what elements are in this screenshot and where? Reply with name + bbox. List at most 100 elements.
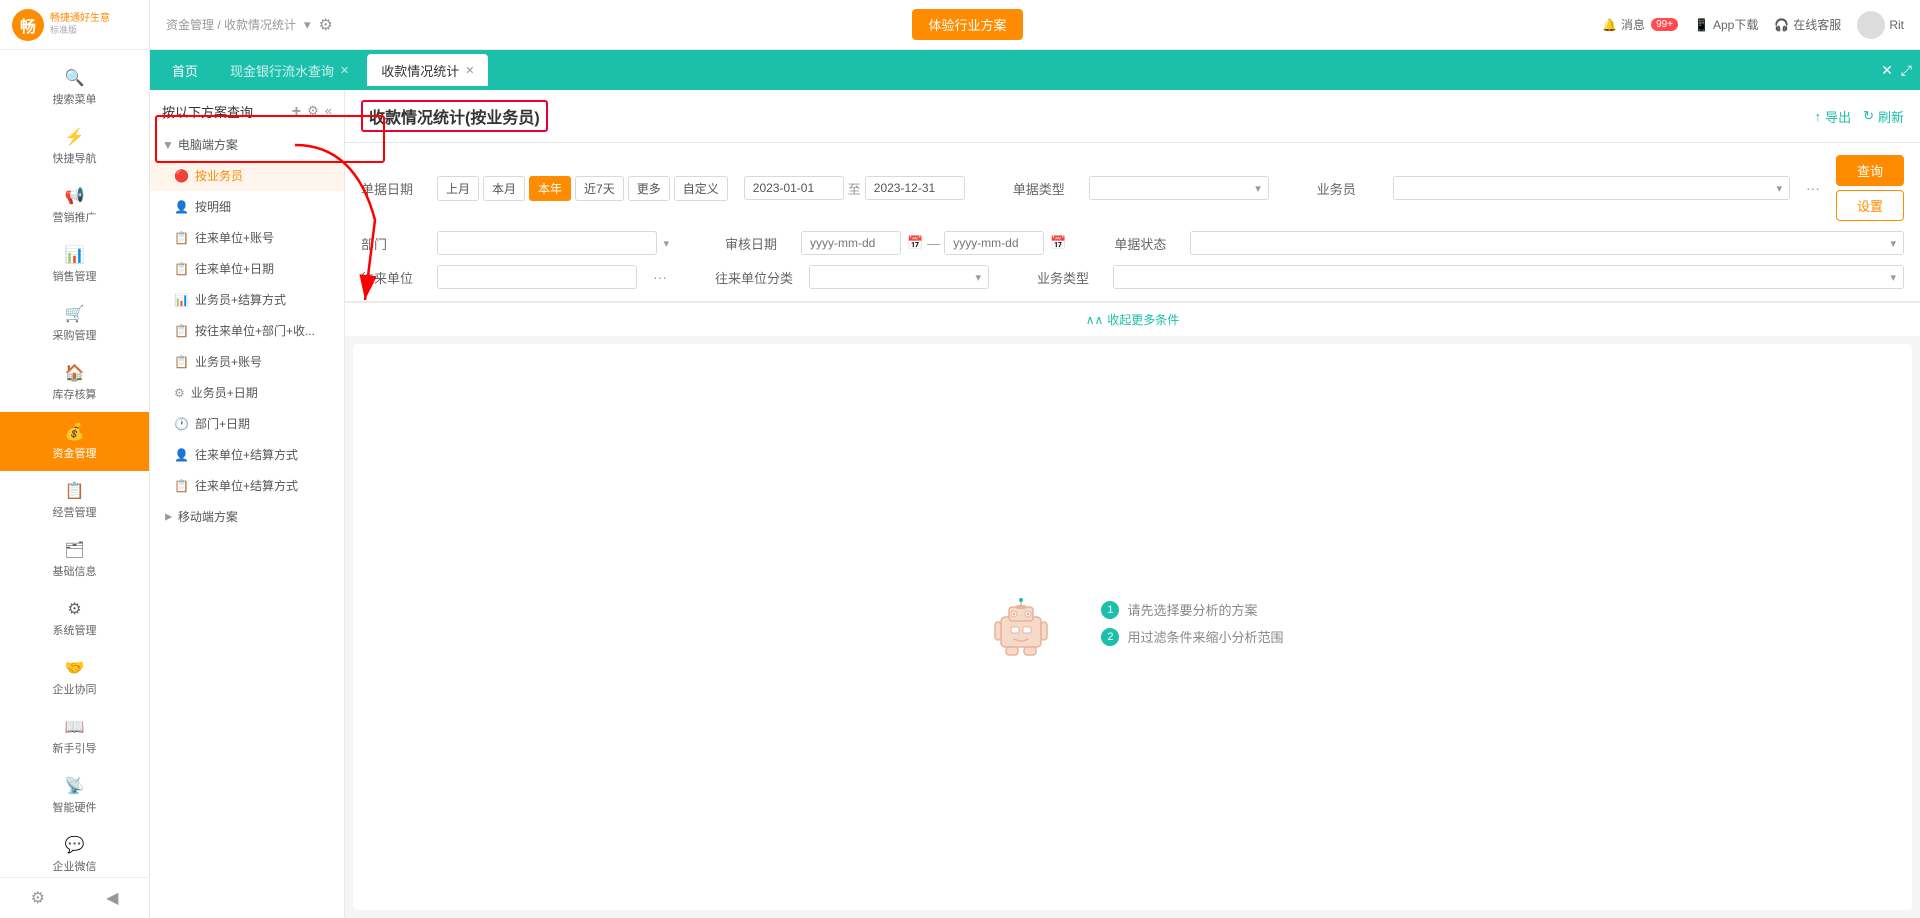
partner-category-select[interactable] [809,265,989,289]
sidebar-item-guide[interactable]: 📖 新手引导 [0,707,149,766]
tree-item-by-salesperson[interactable]: 🔴 按业务员 [150,160,344,191]
tree-item-partner-settle2[interactable]: 📋 往来单位+结算方式 [150,470,344,501]
page-title: 收款情况统计(按业务员) [361,100,548,132]
preset-this-month[interactable]: 本月 [483,176,525,201]
online-service-btn[interactable]: 🎧 在线客服 [1774,16,1841,33]
preset-last-month[interactable]: 上月 [437,176,479,201]
review-date-to-input[interactable] [944,231,1044,255]
salesperson-select[interactable] [1393,176,1790,200]
tree-item-salesperson-account[interactable]: 📋 业务员+账号 [150,346,344,377]
sidebar-item-quicknav[interactable]: ⚡ 快捷导航 [0,117,149,176]
doctype-label: 单据类型 [1013,179,1073,198]
tree-item-partner-dept[interactable]: 📋 按往来单位+部门+收... [150,315,344,346]
sidebar-item-purchase[interactable]: 🛒 采购管理 [0,294,149,353]
desktop-arrow-icon: ▼ [162,138,174,152]
desktop-section-header[interactable]: ▼ 电脑端方案 [150,129,344,160]
export-icon: ↑ [1815,109,1822,124]
tree-item-partner-date[interactable]: 📋 往来单位+日期 [150,253,344,284]
preset-this-year[interactable]: 本年 [529,176,571,201]
demo-button[interactable]: 体验行业方案 [912,9,1022,40]
tab-bank[interactable]: 现金银行流水查询 ✕ [216,54,363,86]
user-area[interactable]: Rit [1857,11,1904,39]
tree-item-by-detail[interactable]: 👤 按明细 [150,191,344,222]
header-settings-icon[interactable]: ⚙ [319,15,333,35]
date-separator: 至 [848,179,861,198]
sidebar-settings-btn[interactable]: ⚙ [31,888,45,908]
sidebar-item-sales[interactable]: 📊 销售管理 [0,235,149,294]
filter-settings-button[interactable]: 设置 [1836,190,1904,221]
mobile-section-header[interactable]: ▼ 移动端方案 [150,501,344,532]
review-date-group: 📅 — 📅 [801,231,1066,255]
sidebar-item-basic[interactable]: 🗂 基础信息 [0,530,149,589]
dept-select[interactable] [437,231,657,255]
sidebar-collapse-btn[interactable]: ◀ [106,888,118,908]
download-icon: 📱 [1694,18,1709,32]
app-download-btn[interactable]: 📱 App下载 [1694,16,1758,33]
partner-input[interactable] [437,265,637,289]
preset-last-7-days[interactable]: 近7天 [575,176,624,201]
partner-category-wrapper [809,265,989,289]
date-to-input[interactable] [865,176,965,200]
notifications-btn[interactable]: 🔔 消息 99+ [1602,16,1678,33]
date-from-input[interactable] [744,176,844,200]
sidebar-item-operation[interactable]: 📋 经营管理 [0,471,149,530]
doctype-select[interactable] [1089,176,1269,200]
tab-close-window-btn[interactable]: ✕ [1881,62,1893,79]
date-range-group: 至 [744,176,965,200]
date-preset-group: 上月 本月 本年 近7天 更多 自定义 [437,176,728,201]
enterprise-icon: 🤝 [65,658,85,678]
sidebar-item-inventory[interactable]: 🏠 库存核算 [0,353,149,412]
tree-item-partner-settle1[interactable]: 👤 往来单位+结算方式 [150,439,344,470]
tree-node-mobile: ▼ 移动端方案 [150,501,344,532]
breadcrumb: 资金管理 / 收款情况统计 [166,16,296,33]
calendar-icon-to[interactable]: 📅 [1050,235,1066,251]
partner-category-label: 往来单位分类 [715,268,793,287]
refresh-button[interactable]: ↻ 刷新 [1863,107,1904,126]
preset-custom[interactable]: 自定义 [674,176,728,201]
bank-tab-close[interactable]: ✕ [340,64,349,77]
review-date-sep: — [927,236,940,251]
sidebar-item-search[interactable]: 🔍 搜索菜单 [0,58,149,117]
quicknav-icon: ⚡ [65,127,85,147]
bank-tab-label: 现金银行流水查询 [230,61,334,80]
doc-status-label: 单据状态 [1114,234,1174,253]
review-date-from-input[interactable] [801,231,901,255]
sidebar-item-wechat[interactable]: 💬 企业微信 [0,825,149,877]
query-button[interactable]: 查询 [1836,155,1904,186]
panel-header: 按以下方案查询 + ⚙ « [150,90,344,129]
tab-receipt[interactable]: 收款情况统计 ✕ [367,54,488,86]
panel-collapse-btn[interactable]: « [325,103,332,121]
tree-item-salesperson-date[interactable]: ⚙ 业务员+日期 [150,377,344,408]
sidebar-item-enterprise[interactable]: 🤝 企业协同 [0,648,149,707]
salesperson-more-btn[interactable]: ··· [1806,180,1820,196]
tab-maximize-btn[interactable]: ⤢ [1901,62,1912,79]
tab-home[interactable]: 首页 [158,54,212,86]
doc-status-select[interactable] [1190,231,1904,255]
receipt-tab-close[interactable]: ✕ [465,64,474,77]
partner-more-btn[interactable]: ··· [653,269,667,285]
breadcrumb-dropdown-icon[interactable]: ▾ [304,17,311,33]
tree-item-dept-date[interactable]: 🕐 部门+日期 [150,408,344,439]
sidebar-item-finance[interactable]: 💰 资金管理 [0,412,149,471]
salesperson-account-icon: 📋 [174,355,189,369]
calendar-icon-from[interactable]: 📅 [907,235,923,251]
collapse-bar[interactable]: ∧∧ 收起更多条件 [345,302,1920,336]
operation-icon: 📋 [65,481,85,501]
empty-steps: 1 请先选择要分析的方案 2 用过滤条件来缩小分析范围 [1101,600,1283,654]
tree-item-salesperson-settle[interactable]: 📊 业务员+结算方式 [150,284,344,315]
guide-icon: 📖 [65,717,85,737]
export-button[interactable]: ↑ 导出 [1815,107,1852,126]
panel-settings-btn[interactable]: ⚙ [307,103,319,121]
salesperson-date-icon: ⚙ [174,386,185,400]
panel-add-btn[interactable]: + [292,103,301,121]
sidebar-item-marketing[interactable]: 📢 营销推广 [0,176,149,235]
tree-item-partner-account[interactable]: 📋 往来单位+账号 [150,222,344,253]
sidebar-item-system[interactable]: ⚙ 系统管理 [0,589,149,648]
filter-row-1: 单据日期 上月 本月 本年 近7天 更多 自定义 至 [361,155,1904,221]
purchase-icon: 🛒 [65,304,85,324]
sidebar-item-hardware[interactable]: 📡 智能硬件 [0,766,149,825]
biz-type-select[interactable] [1113,265,1904,289]
preset-more[interactable]: 更多 [628,176,670,201]
mobile-arrow-icon: ▼ [161,511,175,523]
sidebar-nav: 🔍 搜索菜单 ⚡ 快捷导航 📢 营销推广 📊 销售管理 🛒 采购管理 🏠 [0,50,149,877]
